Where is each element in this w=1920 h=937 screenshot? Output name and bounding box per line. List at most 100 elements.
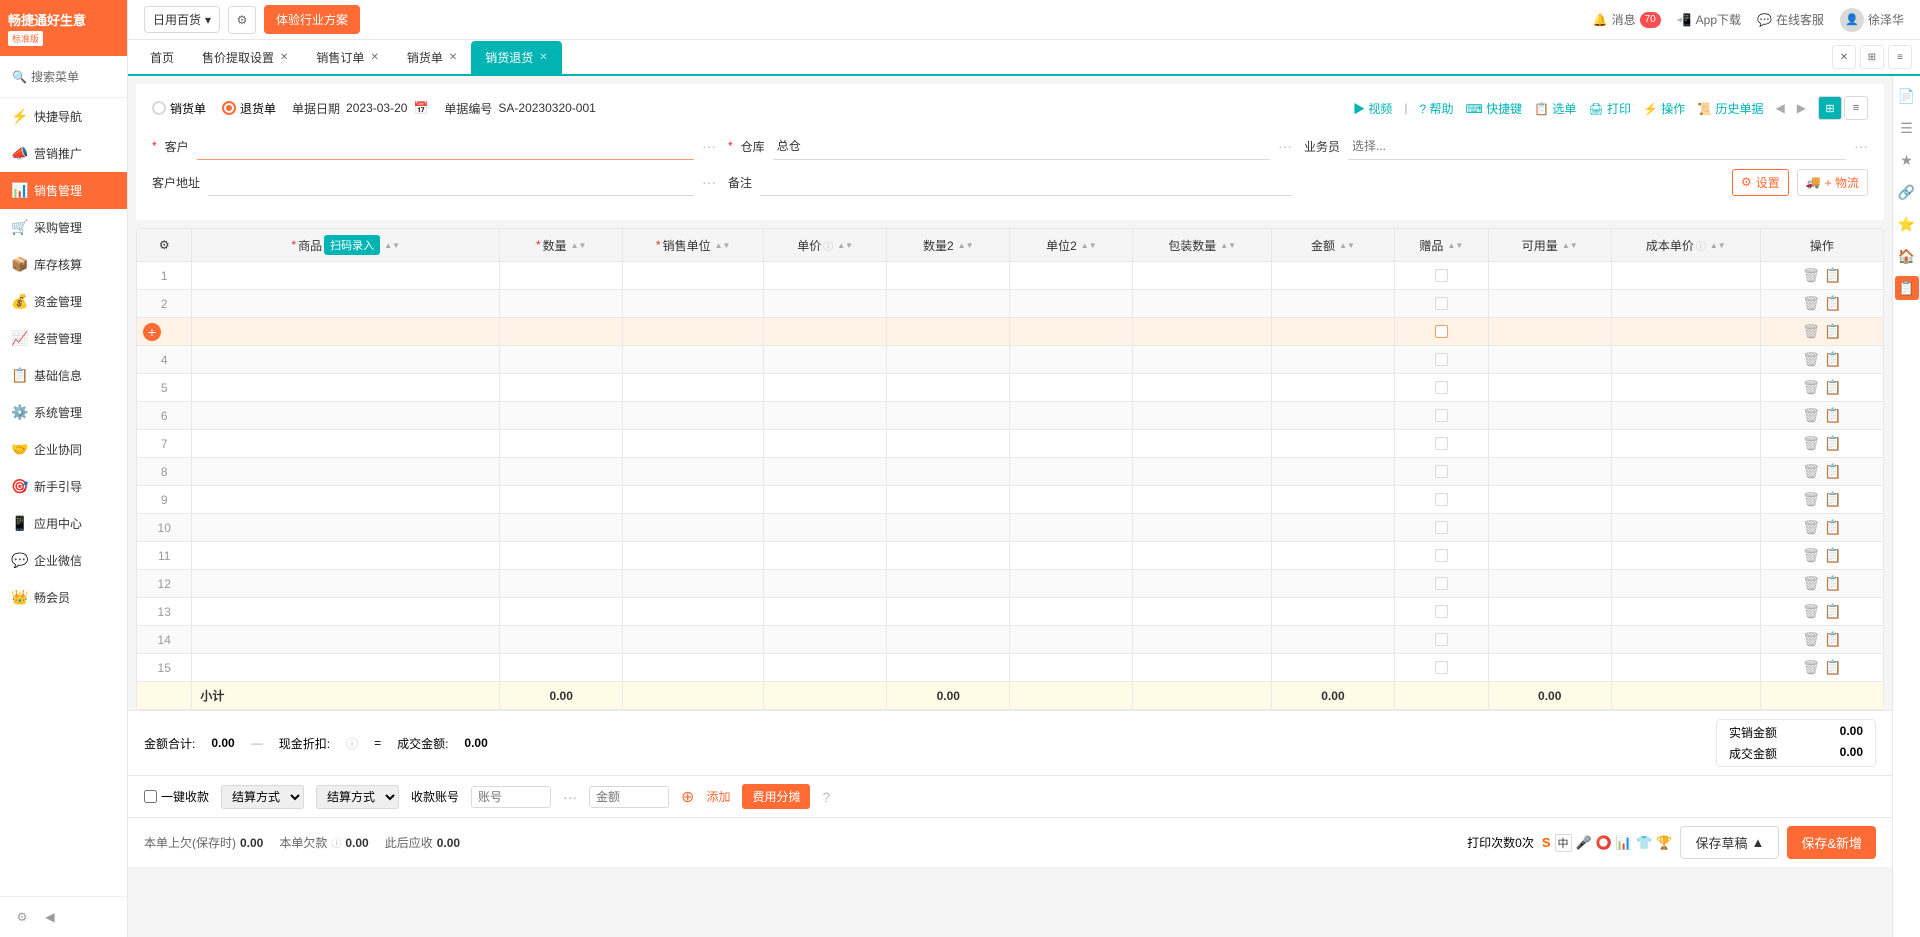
rp-icon-3[interactable]: ★ xyxy=(1895,148,1919,172)
rp-icon-1[interactable]: 📄 xyxy=(1895,84,1919,108)
collapse-icon[interactable]: ◀ xyxy=(40,907,60,927)
pack-qty-cell[interactable] xyxy=(1133,346,1271,374)
amount-cell[interactable] xyxy=(1271,262,1394,290)
qty-cell[interactable] xyxy=(500,514,623,542)
available-cell[interactable] xyxy=(1488,486,1611,514)
nav-wechat[interactable]: 💬 企业微信 xyxy=(0,542,127,579)
pack-qty-cell[interactable] xyxy=(1133,430,1271,458)
delete-row-icon[interactable]: 🗑 xyxy=(1802,575,1820,592)
copy-row-icon[interactable]: 📋 xyxy=(1824,659,1841,676)
tab-home[interactable]: 首页 xyxy=(136,41,188,74)
unit-price-cell[interactable] xyxy=(764,262,887,290)
gift-cell[interactable] xyxy=(1395,346,1489,374)
available-cell[interactable] xyxy=(1488,626,1611,654)
unit-price-cell[interactable] xyxy=(764,290,887,318)
sort-available[interactable]: ▲▼ xyxy=(1562,241,1578,250)
gift-cell[interactable] xyxy=(1395,430,1489,458)
product-cell[interactable] xyxy=(192,430,500,458)
gift-cell[interactable] xyxy=(1395,290,1489,318)
product-input[interactable] xyxy=(198,325,493,339)
fee-split-btn[interactable]: 费用分摊 xyxy=(742,784,810,809)
warehouse-input[interactable] xyxy=(773,132,1270,160)
settlement-select[interactable]: 结算方式 xyxy=(221,785,304,809)
qty2-cell[interactable] xyxy=(887,430,1010,458)
action-help[interactable]: ? 帮助 xyxy=(1419,100,1453,117)
delete-row-icon[interactable]: 🗑 xyxy=(1802,547,1820,564)
pack-qty-cell[interactable] xyxy=(1133,402,1271,430)
tab-list-btn[interactable]: ≡ xyxy=(1888,45,1912,69)
amount-cell[interactable] xyxy=(1271,598,1394,626)
qty-cell[interactable] xyxy=(500,486,623,514)
unit2-cell[interactable] xyxy=(1010,458,1133,486)
unit-price-cell[interactable] xyxy=(764,346,887,374)
app-download-btn[interactable]: 📲 App下载 xyxy=(1677,11,1741,28)
cost-price-cell[interactable] xyxy=(1611,514,1760,542)
sort-qty[interactable]: ▲▼ xyxy=(571,241,587,250)
qty-cell[interactable] xyxy=(500,626,623,654)
pack-qty-cell[interactable] xyxy=(1133,458,1271,486)
product-cell[interactable] xyxy=(192,542,500,570)
pack-qty-cell[interactable] xyxy=(1133,626,1271,654)
radio-sale[interactable]: 销货单 xyxy=(152,100,206,117)
cost-price-cell[interactable] xyxy=(1611,262,1760,290)
unit2-cell[interactable] xyxy=(1010,570,1133,598)
pack-qty-cell[interactable] xyxy=(1133,486,1271,514)
help-circle[interactable]: ⓘ xyxy=(346,735,358,752)
account-more-icon[interactable]: ··· xyxy=(563,789,577,805)
tab-sale-price[interactable]: 售价提取设置 ✕ xyxy=(188,41,302,74)
calc-select[interactable]: 结算方式 xyxy=(316,785,399,809)
delete-row-icon[interactable]: 🗑 xyxy=(1802,659,1820,676)
unit-price-cell[interactable] xyxy=(764,654,887,682)
pack-qty-cell[interactable] xyxy=(1133,570,1271,598)
unit2-cell[interactable] xyxy=(1010,542,1133,570)
settings-bottom-icon[interactable]: ⚙ xyxy=(12,907,32,927)
qty-cell[interactable] xyxy=(500,402,623,430)
amount-cell[interactable] xyxy=(1271,486,1394,514)
available-cell[interactable] xyxy=(1488,458,1611,486)
product-cell[interactable] xyxy=(192,374,500,402)
payment-help-icon[interactable]: ? xyxy=(822,789,830,805)
unit-price-cell-h[interactable] xyxy=(764,318,887,346)
gift-cell[interactable] xyxy=(1395,374,1489,402)
gift-cell[interactable] xyxy=(1395,626,1489,654)
calendar-icon[interactable]: 📅 xyxy=(413,101,428,115)
amount-cell[interactable] xyxy=(1271,570,1394,598)
sale-unit-cell[interactable] xyxy=(623,570,764,598)
unit-price-cell[interactable] xyxy=(764,626,887,654)
delete-row-icon[interactable]: 🗑 xyxy=(1802,295,1820,312)
unit2-cell[interactable] xyxy=(1010,514,1133,542)
action-history[interactable]: 📜 历史单据 xyxy=(1697,100,1763,117)
sale-unit-cell[interactable] xyxy=(623,290,764,318)
sale-unit-cell[interactable] xyxy=(623,598,764,626)
available-cell[interactable] xyxy=(1488,346,1611,374)
nav-newbie[interactable]: 🎯 新手引导 xyxy=(0,468,127,505)
qty2-cell[interactable] xyxy=(887,458,1010,486)
amount-cell[interactable] xyxy=(1271,654,1394,682)
amount-cell-h[interactable] xyxy=(1271,318,1394,346)
delete-row-icon[interactable]: 🗑 xyxy=(1802,519,1820,536)
view-grid-btn[interactable]: ⊞ xyxy=(1818,96,1842,120)
gift-cell[interactable] xyxy=(1395,402,1489,430)
qty-cell[interactable] xyxy=(500,570,623,598)
qty2-cell[interactable] xyxy=(887,570,1010,598)
unit2-cell[interactable] xyxy=(1010,598,1133,626)
rp-icon-7[interactable]: 📋 xyxy=(1895,276,1919,300)
note-input[interactable] xyxy=(760,168,1292,196)
nav-enterprise[interactable]: 🤝 企业协同 xyxy=(0,431,127,468)
sort-amount[interactable]: ▲▼ xyxy=(1339,241,1355,250)
pack-qty-cell-h[interactable] xyxy=(1133,318,1271,346)
pack-qty-cell[interactable] xyxy=(1133,374,1271,402)
cost-price-cell[interactable] xyxy=(1611,626,1760,654)
rp-icon-4[interactable]: 🔗 xyxy=(1895,180,1919,204)
amount-cell[interactable] xyxy=(1271,458,1394,486)
action-shortcut[interactable]: ⌨ 快捷键 xyxy=(1465,100,1522,117)
delete-row-icon[interactable]: 🗑 xyxy=(1802,631,1820,648)
tab-sale-return[interactable]: 销货退货 ✕ xyxy=(471,41,561,74)
amount-cell[interactable] xyxy=(1271,374,1394,402)
amount-cell[interactable] xyxy=(1271,290,1394,318)
cost-price-cell[interactable] xyxy=(1611,346,1760,374)
qty2-cell[interactable] xyxy=(887,598,1010,626)
nav-operations[interactable]: 📈 经营管理 xyxy=(0,320,127,357)
qty2-cell[interactable] xyxy=(887,626,1010,654)
gift-cell-h[interactable] xyxy=(1395,318,1489,346)
